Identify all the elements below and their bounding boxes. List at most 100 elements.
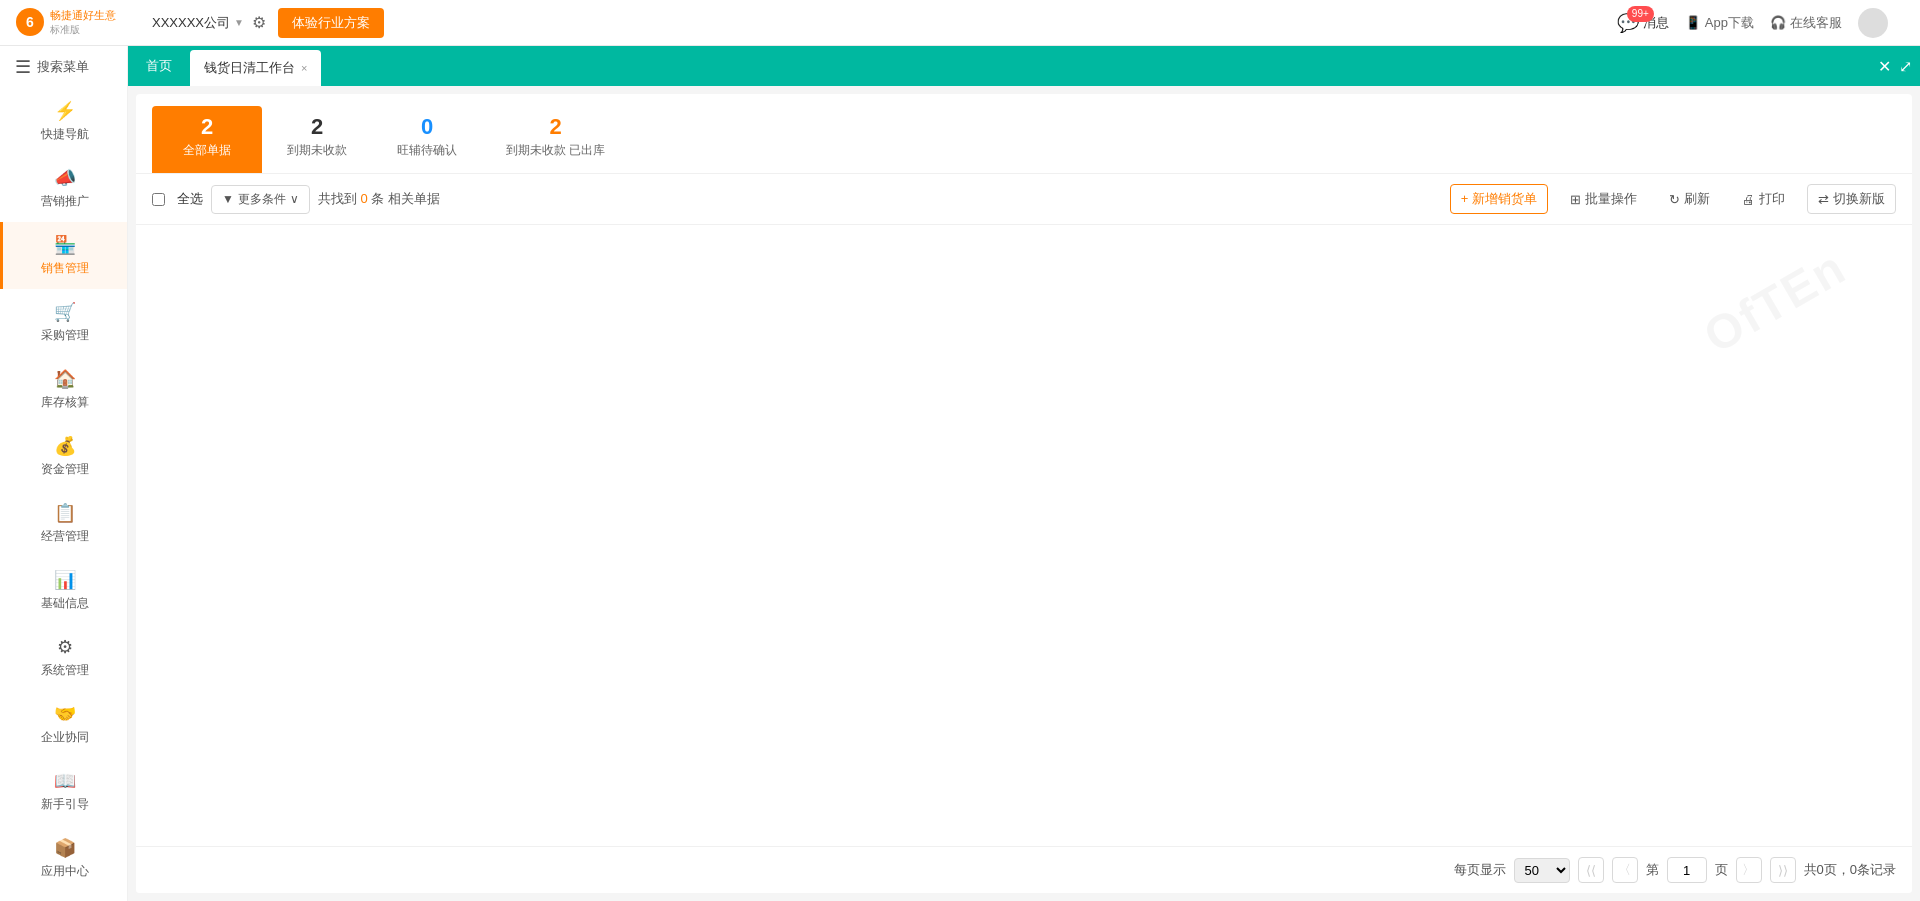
filter-icon: ▼ [222, 192, 234, 206]
sidebar-search-label: 搜索菜单 [37, 58, 89, 76]
print-label: 打印 [1759, 190, 1785, 208]
app-download-button[interactable]: 📱 App下载 [1685, 14, 1754, 32]
sidebar-item-apps[interactable]: 📦 应用中心 [0, 825, 127, 892]
sidebar-item-finance[interactable]: 💰 资金管理 [0, 423, 127, 490]
logo-sub: 标准版 [50, 23, 116, 37]
first-page-button[interactable]: ⟨⟨ [1578, 857, 1604, 883]
sidebar-purchase-label: 采购管理 [41, 327, 89, 344]
sidebar-item-quicknav[interactable]: ⚡ 快捷导航 [0, 88, 127, 155]
tab-home[interactable]: 首页 [128, 46, 190, 86]
sidebar-item-basics[interactable]: 📊 基础信息 [0, 557, 127, 624]
logo: 6 畅捷通好生意 标准版 [16, 8, 144, 36]
refresh-icon: ↻ [1669, 192, 1680, 207]
refresh-label: 刷新 [1684, 190, 1710, 208]
layout: ☰ 搜索菜单 ⚡ 快捷导航 📣 营销推广 🏪 销售管理 🛒 采购管理 🏠 库存核… [0, 46, 1920, 901]
cart-icon: 🛒 [54, 301, 76, 323]
main-content: 首页 钱货日清工作台 × ✕ ⤢ OfTEn 2 全部单据 2 [128, 46, 1920, 901]
stat-count-overdue: 2 [311, 114, 323, 140]
tab-workbench[interactable]: 钱货日清工作台 × [190, 50, 321, 86]
last-page-button[interactable]: ⟩⟩ [1770, 857, 1796, 883]
money-icon: 💰 [54, 435, 76, 457]
stat-tab-shipped[interactable]: 2 到期未收款 已出库 [482, 106, 629, 173]
tab-close-icon[interactable]: × [301, 62, 307, 74]
select-all-checkbox[interactable] [152, 193, 165, 206]
avatar[interactable] [1858, 8, 1888, 38]
found-prefix: 共找到 [318, 191, 357, 206]
message-badge: 99+ [1627, 6, 1654, 22]
page-content: OfTEn 2 全部单据 2 到期未收款 0 旺辅待确认 2 到期未收款 已出库 [136, 94, 1912, 893]
sidebar-quicknav-label: 快捷导航 [41, 126, 89, 143]
sidebar-item-purchase[interactable]: 🛒 采购管理 [0, 289, 127, 356]
table-icon: 📊 [54, 569, 76, 591]
stat-label-pending: 旺辅待确认 [397, 142, 457, 159]
sidebar-item-search[interactable]: ☰ 搜索菜单 [0, 46, 127, 88]
page-size-label: 每页显示 [1454, 861, 1506, 879]
next-page-button[interactable]: 〉 [1736, 857, 1762, 883]
total-info: 共0页，0条记录 [1804, 861, 1896, 879]
sidebar-item-guide[interactable]: 📖 新手引导 [0, 758, 127, 825]
found-suffix: 相关单据 [388, 191, 440, 206]
message-button[interactable]: 💬 消息 99+ [1617, 12, 1669, 34]
print-icon: 🖨 [1742, 192, 1755, 207]
sidebar-operations-label: 经营管理 [41, 528, 89, 545]
sidebar-system-label: 系统管理 [41, 662, 89, 679]
sidebar-marketing-label: 营销推广 [41, 193, 89, 210]
stat-label-shipped: 到期未收款 已出库 [506, 142, 605, 159]
tab-bar-actions: ✕ ⤢ [1878, 57, 1920, 76]
home-icon: 🏠 [54, 368, 76, 390]
batch-button[interactable]: ⊞ 批量操作 [1560, 185, 1647, 213]
sidebar-item-marketing[interactable]: 📣 营销推广 [0, 155, 127, 222]
switch-icon: ⇄ [1818, 192, 1829, 207]
settings-icon[interactable]: ⚙ [252, 13, 266, 32]
sidebar-inventory-label: 库存核算 [41, 394, 89, 411]
search-icon: ☰ [15, 56, 31, 78]
print-button[interactable]: 🖨 打印 [1732, 185, 1795, 213]
handshake-icon: 🤝 [54, 703, 76, 725]
stat-tab-overdue[interactable]: 2 到期未收款 [262, 106, 372, 173]
page-word2: 页 [1715, 861, 1728, 879]
page-size-select[interactable]: 50 100 200 [1514, 858, 1570, 883]
app-download-label: App下载 [1705, 14, 1754, 32]
top-bar: 6 畅捷通好生意 标准版 XXXXXX公司 ▼ ⚙ 体验行业方案 💬 消息 99… [0, 0, 1920, 46]
found-unit: 条 [371, 191, 384, 206]
tab-close-window-icon[interactable]: ✕ [1878, 57, 1891, 76]
sidebar-item-collab[interactable]: 🤝 企业协同 [0, 691, 127, 758]
stat-count-pending: 0 [421, 114, 433, 140]
batch-label: 批量操作 [1585, 190, 1637, 208]
switch-version-button[interactable]: ⇄ 切换新版 [1807, 184, 1896, 214]
new-order-button[interactable]: + 新增销货单 [1450, 184, 1548, 214]
sidebar-item-operations[interactable]: 📋 经营管理 [0, 490, 127, 557]
page-number-input[interactable] [1667, 857, 1707, 883]
stat-tab-all[interactable]: 2 全部单据 [152, 106, 262, 173]
company-name: XXXXXX公司 [152, 14, 230, 32]
sidebar-basics-label: 基础信息 [41, 595, 89, 612]
experience-button[interactable]: 体验行业方案 [278, 8, 384, 38]
box-icon: 📦 [54, 837, 76, 859]
refresh-button[interactable]: ↻ 刷新 [1659, 185, 1720, 213]
stat-tab-pending[interactable]: 0 旺辅待确认 [372, 106, 482, 173]
store-icon: 🏪 [54, 234, 76, 256]
filter-chevron-icon: ∨ [290, 192, 299, 206]
sidebar-item-system[interactable]: ⚙ 系统管理 [0, 624, 127, 691]
footer-pagination: 每页显示 50 100 200 ⟨⟨ 〈 第 页 〉 ⟩⟩ 共0页，0条记录 [136, 846, 1912, 893]
clipboard-icon: 📋 [54, 502, 76, 524]
stat-label-all: 全部单据 [183, 142, 231, 159]
top-bar-right: 💬 消息 99+ 📱 App下载 🎧 在线客服 [1617, 8, 1904, 38]
tab-expand-icon[interactable]: ⤢ [1899, 57, 1912, 76]
batch-icon: ⊞ [1570, 192, 1581, 207]
online-service-button[interactable]: 🎧 在线客服 [1770, 14, 1842, 32]
sidebar-sales-label: 销售管理 [41, 260, 89, 277]
prev-page-button[interactable]: 〈 [1612, 857, 1638, 883]
filter-label: 更多条件 [238, 191, 286, 208]
sidebar-apps-label: 应用中心 [41, 863, 89, 880]
sidebar-collab-label: 企业协同 [41, 729, 89, 746]
filter-button[interactable]: ▼ 更多条件 ∨ [211, 185, 310, 214]
logo-icon: 6 [16, 8, 44, 36]
stat-label-overdue: 到期未收款 [287, 142, 347, 159]
stat-count-shipped: 2 [550, 114, 562, 140]
sidebar-item-wechat[interactable]: 💬 企业微信 [0, 892, 127, 901]
sidebar-item-sales[interactable]: 🏪 销售管理 [0, 222, 127, 289]
company-selector[interactable]: XXXXXX公司 ▼ [152, 14, 244, 32]
found-text: 共找到 0 条 相关单据 [318, 190, 440, 208]
sidebar-item-inventory[interactable]: 🏠 库存核算 [0, 356, 127, 423]
